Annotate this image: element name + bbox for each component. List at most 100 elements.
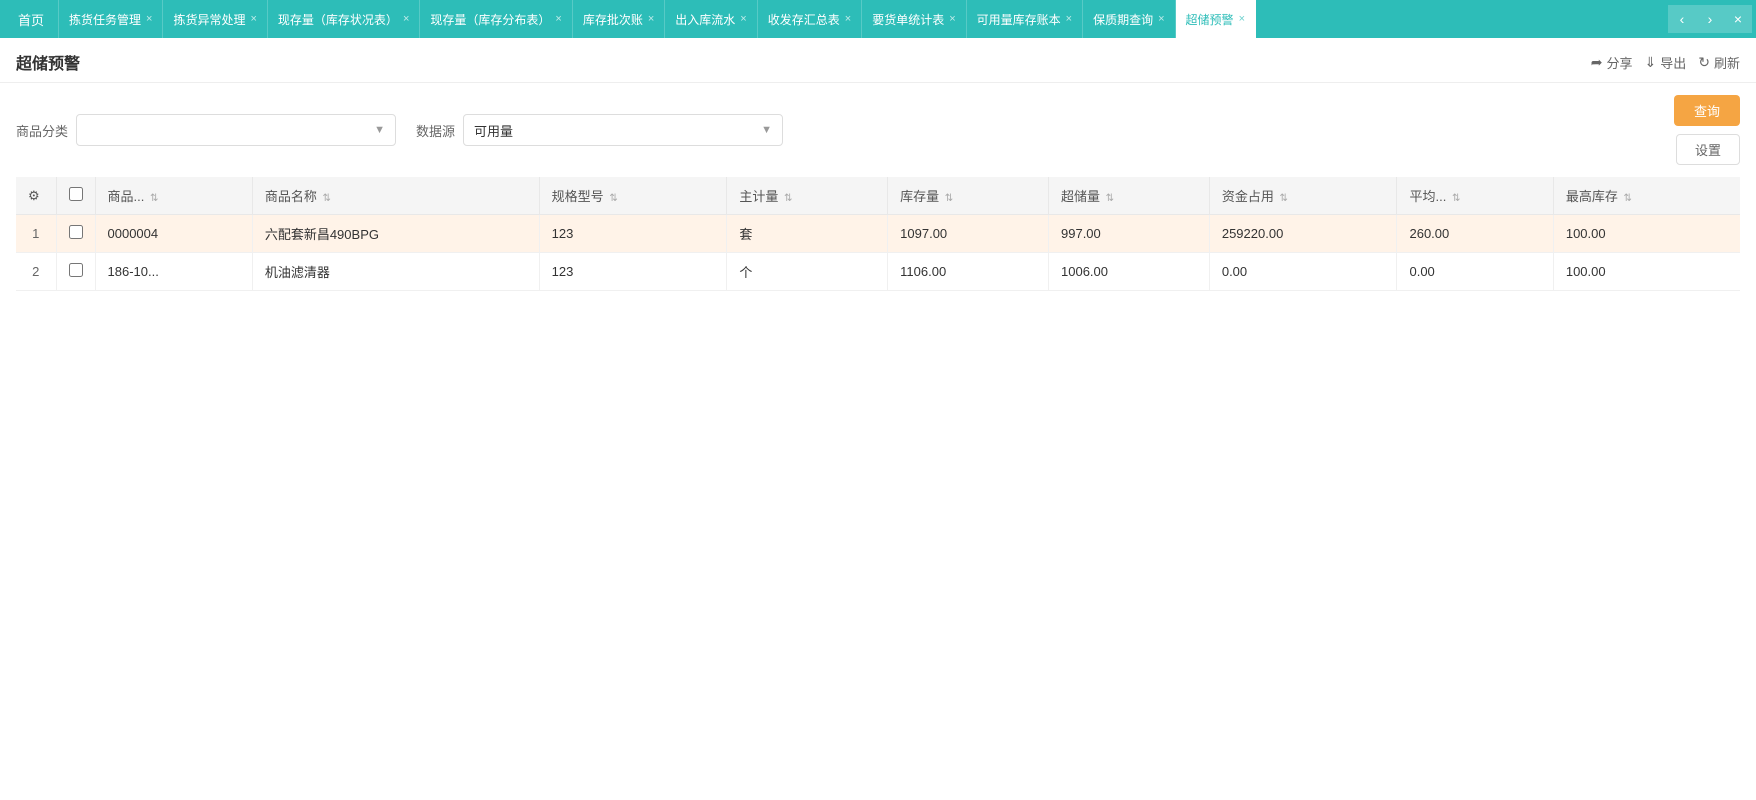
row-checkbox[interactable] [69, 263, 83, 277]
page-header: 超储预警 ➦ 分享 ⇓ 导出 ↻ 刷新 [0, 38, 1756, 83]
row-checkbox-cell [56, 253, 95, 291]
row-maxstock: 100.00 [1553, 253, 1740, 291]
page-title: 超储预警 [16, 50, 80, 74]
row-spec: 123 [539, 215, 727, 253]
close-tab-5[interactable]: × [740, 13, 746, 25]
row-capital: 0.00 [1209, 253, 1397, 291]
nav-arrow-close[interactable]: × [1724, 5, 1752, 33]
sort-icon-capital: ⇅ [1279, 193, 1287, 204]
nav-tab-8[interactable]: 可用量库存账本 × [967, 0, 1083, 38]
row-checkbox-cell [56, 215, 95, 253]
row-unit: 个 [727, 253, 888, 291]
close-tab-9[interactable]: × [1158, 13, 1164, 25]
col-maxstock[interactable]: 最高库存 ⇅ [1553, 177, 1740, 215]
table-header-row: ⚙ 商品... ⇅ 商品名称 ⇅ 规格型号 ⇅ [16, 177, 1740, 215]
row-code: 186-10... [95, 253, 252, 291]
row-capital: 259220.00 [1209, 215, 1397, 253]
nav-tab-3[interactable]: 现存量（库存分布表） × [420, 0, 572, 38]
nav-arrow-left[interactable]: ‹ [1668, 5, 1696, 33]
col-overflow[interactable]: 超储量 ⇅ [1049, 177, 1210, 215]
row-name: 机油滤清器 [252, 253, 539, 291]
close-tab-1[interactable]: × [250, 13, 256, 25]
row-checkbox[interactable] [69, 225, 83, 239]
nav-tab-4[interactable]: 库存批次账 × [573, 0, 665, 38]
nav-tab-7[interactable]: 要货单统计表 × [862, 0, 966, 38]
row-overflow: 997.00 [1049, 215, 1210, 253]
nav-tab-1[interactable]: 拣货异常处理 × [163, 0, 267, 38]
category-select[interactable]: ▼ [76, 114, 396, 146]
col-checkbox [56, 177, 95, 215]
row-spec: 123 [539, 253, 727, 291]
datasource-label: 数据源 [416, 121, 455, 140]
close-tab-7[interactable]: × [949, 13, 955, 25]
export-button[interactable]: ⇓ 导出 [1645, 53, 1687, 72]
nav-tab-2[interactable]: 现存量（库存状况表） × [268, 0, 420, 38]
nav-tab-10[interactable]: 超储预警 × [1176, 0, 1256, 38]
settings-button[interactable]: 设置 [1676, 134, 1740, 165]
datasource-select[interactable]: 可用量 ▼ [463, 114, 783, 146]
close-tab-6[interactable]: × [845, 13, 851, 25]
datasource-value: 可用量 [474, 121, 513, 140]
row-index: 1 [16, 215, 56, 253]
table-row: 1 0000004 六配套新昌490BPG 123 套 1097.00 997.… [16, 215, 1740, 253]
sort-icon-unit: ⇅ [784, 193, 792, 204]
row-maxstock: 100.00 [1553, 215, 1740, 253]
filter-right-actions: 查询 设置 [1674, 95, 1740, 165]
row-avg: 0.00 [1397, 253, 1553, 291]
col-spec[interactable]: 规格型号 ⇅ [539, 177, 727, 215]
sort-icon-code: ⇅ [150, 193, 158, 204]
sort-icon-maxstock: ⇅ [1623, 193, 1631, 204]
table-body: 1 0000004 六配套新昌490BPG 123 套 1097.00 997.… [16, 215, 1740, 291]
sort-icon-avg: ⇅ [1452, 193, 1460, 204]
col-stock[interactable]: 库存量 ⇅ [888, 177, 1049, 215]
category-filter: 商品分类 ▼ [16, 114, 396, 146]
refresh-button[interactable]: ↻ 刷新 [1698, 53, 1740, 72]
home-tab[interactable]: 首页 [4, 0, 59, 38]
nav-tab-5[interactable]: 出入库流水 × [665, 0, 757, 38]
nav-arrow-right[interactable]: › [1696, 5, 1724, 33]
table-wrapper: ⚙ 商品... ⇅ 商品名称 ⇅ 规格型号 ⇅ [0, 177, 1756, 291]
col-unit[interactable]: 主计量 ⇅ [727, 177, 888, 215]
table-row: 2 186-10... 机油滤清器 123 个 1106.00 1006.00 … [16, 253, 1740, 291]
nav-tab-0[interactable]: 拣货任务管理 × [59, 0, 163, 38]
sort-icon-stock: ⇅ [945, 193, 953, 204]
datasource-filter: 数据源 可用量 ▼ [416, 114, 783, 146]
refresh-icon: ↻ [1698, 54, 1710, 71]
export-icon: ⇓ [1645, 54, 1657, 71]
sort-icon-name: ⇅ [322, 193, 330, 204]
sort-icon-overflow: ⇅ [1106, 193, 1114, 204]
row-avg: 260.00 [1397, 215, 1553, 253]
row-name: 六配套新昌490BPG [252, 215, 539, 253]
filter-area: 商品分类 ▼ 数据源 可用量 ▼ 查询 设置 [0, 83, 1756, 177]
col-capital[interactable]: 资金占用 ⇅ [1209, 177, 1397, 215]
sort-icon-spec: ⇅ [609, 193, 617, 204]
select-all-checkbox[interactable] [69, 187, 83, 201]
col-gear: ⚙ [16, 177, 56, 215]
top-navigation: 首页 拣货任务管理 × 拣货异常处理 × 现存量（库存状况表） × 现存量（库存… [0, 0, 1756, 38]
col-code[interactable]: 商品... ⇅ [95, 177, 252, 215]
page-content: 超储预警 ➦ 分享 ⇓ 导出 ↻ 刷新 商品分类 ▼ 数据源 [0, 38, 1756, 800]
close-tab-8[interactable]: × [1066, 13, 1072, 25]
header-actions: ➦ 分享 ⇓ 导出 ↻ 刷新 [1591, 53, 1740, 72]
row-unit: 套 [727, 215, 888, 253]
gear-icon[interactable]: ⚙ [28, 188, 40, 203]
col-name[interactable]: 商品名称 ⇅ [252, 177, 539, 215]
chevron-down-icon: ▼ [374, 124, 385, 136]
nav-tab-6[interactable]: 收发存汇总表 × [758, 0, 862, 38]
category-label: 商品分类 [16, 121, 68, 140]
row-stock: 1097.00 [888, 215, 1049, 253]
query-button[interactable]: 查询 [1674, 95, 1740, 126]
close-tab-2[interactable]: × [403, 13, 409, 25]
row-overflow: 1006.00 [1049, 253, 1210, 291]
chevron-down-icon2: ▼ [761, 124, 772, 136]
close-tab-4[interactable]: × [648, 13, 654, 25]
row-index: 2 [16, 253, 56, 291]
close-tab-3[interactable]: × [555, 13, 561, 25]
close-tab-10[interactable]: × [1239, 13, 1245, 25]
data-table: ⚙ 商品... ⇅ 商品名称 ⇅ 规格型号 ⇅ [16, 177, 1740, 291]
col-avg[interactable]: 平均... ⇅ [1397, 177, 1553, 215]
close-tab-0[interactable]: × [146, 13, 152, 25]
share-icon: ➦ [1591, 54, 1603, 71]
share-button[interactable]: ➦ 分享 [1591, 53, 1633, 72]
nav-tab-9[interactable]: 保质期查询 × [1083, 0, 1175, 38]
